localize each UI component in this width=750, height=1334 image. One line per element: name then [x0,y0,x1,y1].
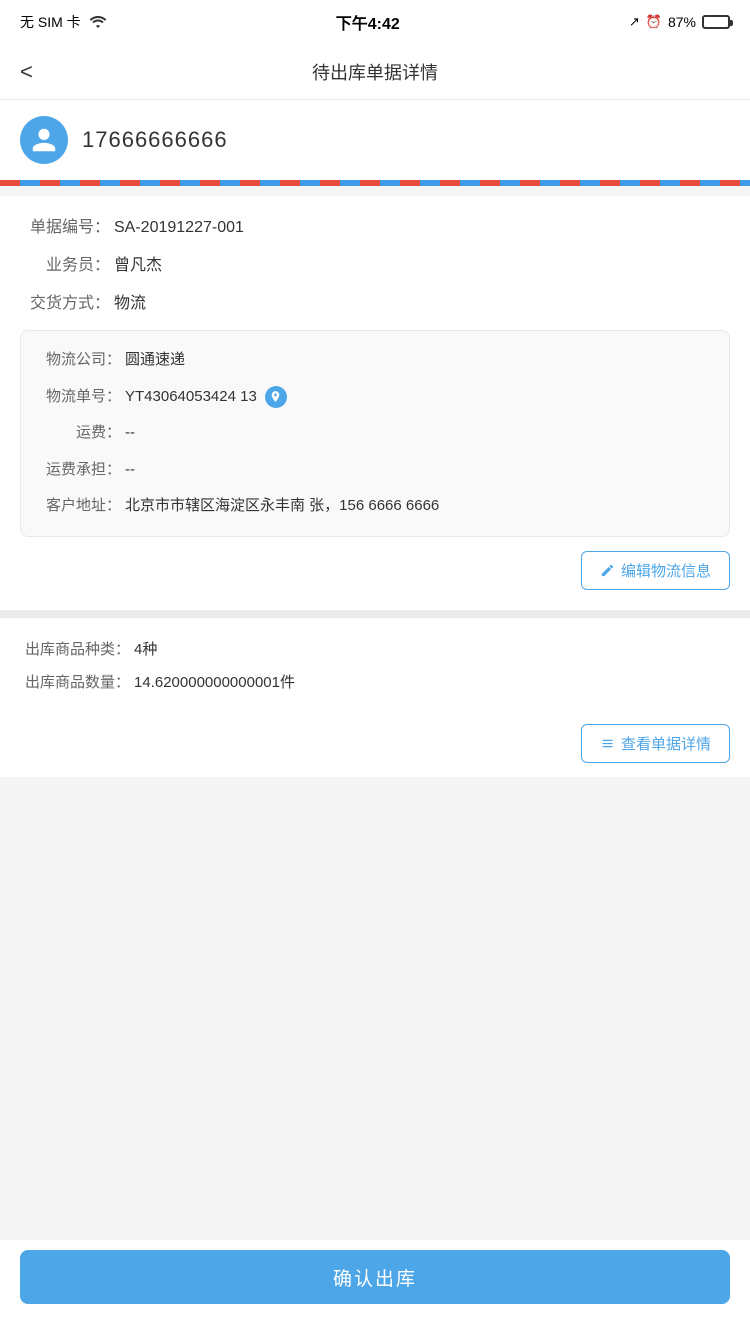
bottom-area [0,777,750,977]
freight-label: 运费： [39,422,121,445]
confirm-outbound-button[interactable]: 确认出库 [20,1250,730,1304]
alarm-icon: ⏰ [646,14,662,30]
order-number-value: SA-20191227-001 [110,216,730,240]
product-section: 出库商品种类： 4种 出库商品数量： 14.620000000000001件 查… [0,618,750,777]
address-label: 客户地址： [39,495,121,518]
sales-person-label: 业务员： [20,254,110,278]
back-button[interactable]: < [12,51,41,93]
product-quantity-value: 14.620000000000001件 [130,671,730,692]
freight-bearer-row: 运费承担： -- [39,459,711,482]
logistics-company-value: 圆通速递 [121,349,711,372]
order-info-section: 单据编号： SA-20191227-001 业务员： 曾凡杰 交货方式： 物流 … [0,196,750,610]
customer-header: 17666666666 [0,100,750,180]
battery-percent: 87% [668,14,696,30]
freight-row: 运费： -- [39,422,711,445]
status-bar: 无 SIM 卡 下午4:42 ↗ ⏰ 87% [0,0,750,44]
order-number-row: 单据编号： SA-20191227-001 [20,216,730,240]
customer-phone: 17666666666 [82,127,228,153]
logistics-tracking-value: YT43064053424 13 [121,386,711,409]
status-right: ↗ ⏰ 87% [629,14,730,30]
status-time: 下午4:42 [336,10,400,34]
delivery-method-label: 交货方式： [20,292,110,316]
nav-bar: < 待出库单据详情 [0,44,750,100]
product-types-value: 4种 [130,638,730,659]
logistics-company-label: 物流公司： [39,349,121,372]
tracking-location-icon[interactable] [265,386,287,408]
decorative-border [0,180,750,186]
address-row: 客户地址： 北京市市辖区海淀区永丰南 张，156 6666 6666 [39,495,711,518]
section-divider [0,610,750,618]
delivery-method-value: 物流 [110,292,730,316]
sales-person-row: 业务员： 曾凡杰 [20,254,730,278]
logistics-company-row: 物流公司： 圆通速递 [39,349,711,372]
logistics-tracking-label: 物流单号： [39,386,121,409]
location-status-icon: ↗ [629,14,640,30]
confirm-btn-container: 确认出库 [0,1240,750,1334]
product-types-row: 出库商品种类： 4种 [20,638,730,659]
delivery-method-row: 交货方式： 物流 [20,292,730,316]
avatar [20,116,68,164]
freight-bearer-value: -- [121,459,711,482]
battery-icon [702,15,730,29]
page-title: 待出库单据详情 [312,59,438,85]
carrier-text: 无 SIM 卡 [20,12,81,32]
freight-bearer-label: 运费承担： [39,459,121,482]
edit-btn-row: 编辑物流信息 [20,537,730,590]
address-value: 北京市市辖区海淀区永丰南 张，156 6666 6666 [121,495,711,518]
sales-person-value: 曾凡杰 [110,254,730,278]
wifi-icon [89,14,107,31]
product-quantity-row: 出库商品数量： 14.620000000000001件 [20,671,730,692]
view-detail-button[interactable]: 查看单据详情 [581,724,730,763]
logistics-tracking-row: 物流单号： YT43064053424 13 [39,386,711,409]
product-quantity-label: 出库商品数量： [20,671,130,692]
order-number-label: 单据编号： [20,216,110,240]
freight-value: -- [121,422,711,445]
logistics-card: 物流公司： 圆通速递 物流单号： YT43064053424 13 运费： --… [20,330,730,537]
edit-logistics-button[interactable]: 编辑物流信息 [581,551,730,590]
status-left: 无 SIM 卡 [20,12,107,32]
product-types-label: 出库商品种类： [20,638,130,659]
